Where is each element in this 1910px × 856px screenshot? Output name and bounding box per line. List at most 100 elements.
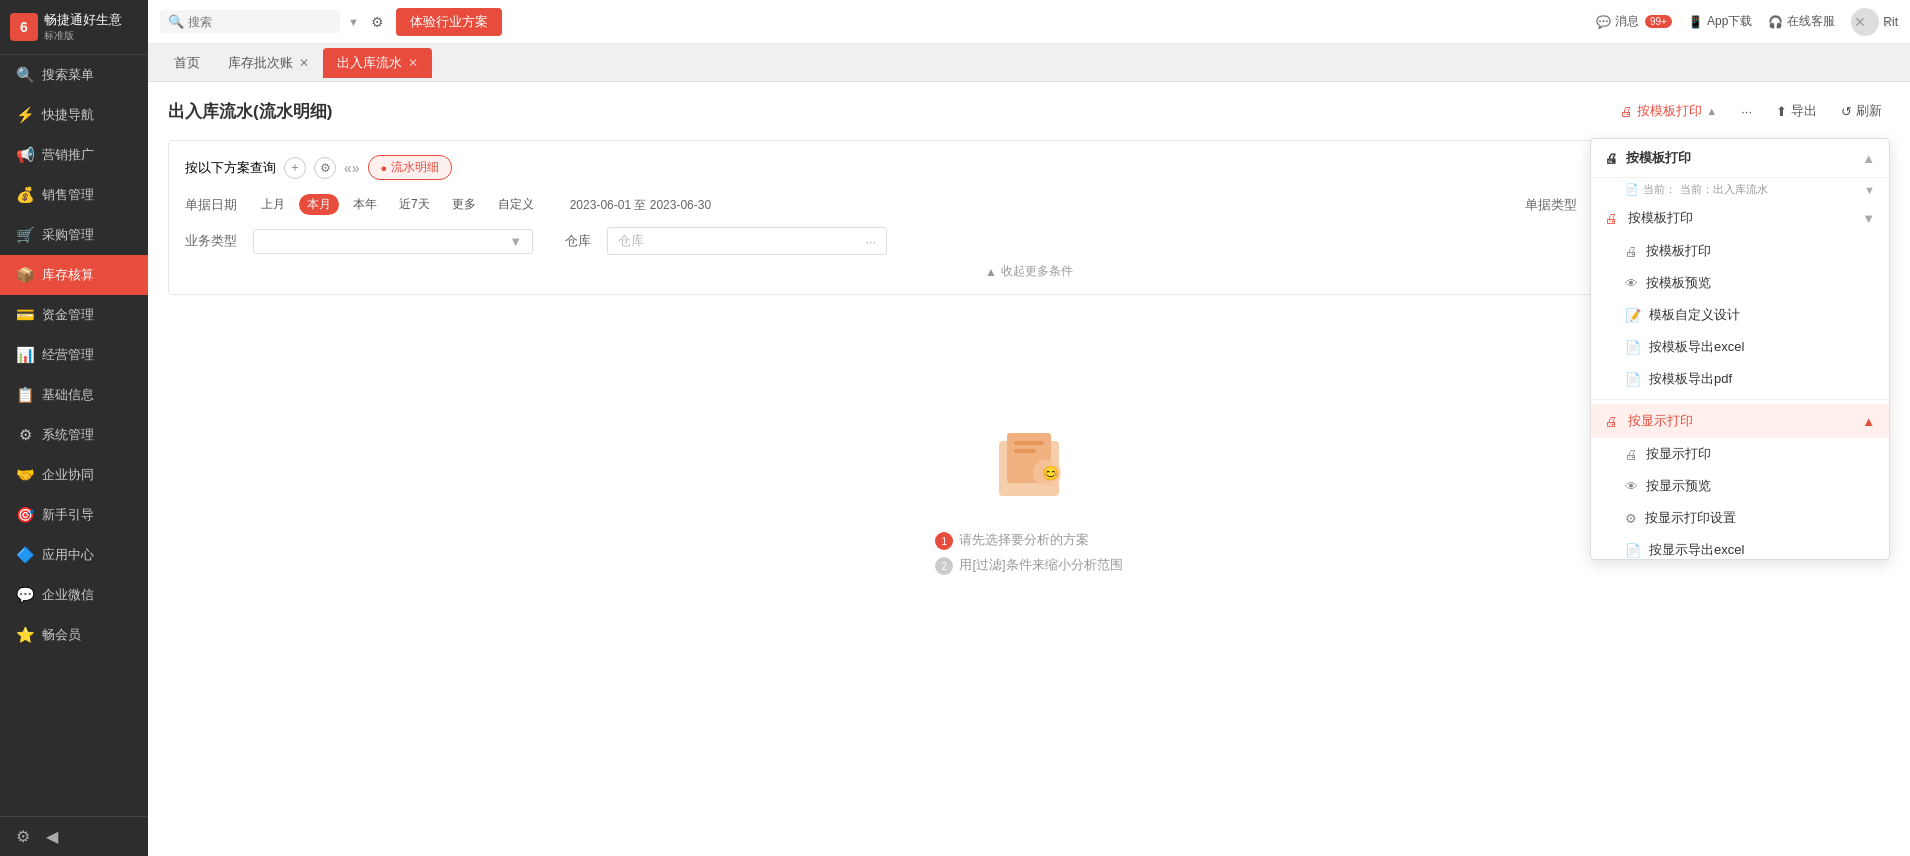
sidebar-icon-enterprise: 🤝 <box>16 466 34 484</box>
print-item-template-preview[interactable]: 👁按模板预览 <box>1591 267 1889 299</box>
filter-chip[interactable]: ● 流水明细 <box>368 155 453 180</box>
export-button[interactable]: ⬆ 导出 <box>1768 98 1825 124</box>
message-icon: 💬 <box>1596 15 1611 29</box>
sidebar-bottom: ⚙ ◀ <box>0 816 148 856</box>
topbar-search[interactable]: 🔍 <box>160 10 340 33</box>
template-items-list: 🖨按模板打印👁按模板预览📝模板自定义设计📄按模板导出excel📄按模板导出pdf <box>1591 235 1889 395</box>
print-item-display-print-settings[interactable]: ⚙按显示打印设置 <box>1591 502 1889 534</box>
sidebar-menu: 🔍搜索菜单⚡快捷导航📢营销推广💰销售管理🛒采购管理📦库存核算 💳 资金管理 📊经营管理… <box>0 55 148 816</box>
page-title: 出入库流水(流水明细) <box>168 100 332 123</box>
print-item-display-preview[interactable]: 👁按显示预览 <box>1591 470 1889 502</box>
date-btn-本月[interactable]: 本月 <box>299 194 339 215</box>
sidebar-icon-basic-info: 📋 <box>16 386 34 404</box>
sidebar-item-membership[interactable]: ⭐畅会员 <box>0 615 148 655</box>
sidebar-label-app-center: 应用中心 <box>42 546 94 564</box>
sidebar-item-quick-nav[interactable]: ⚡快捷导航 <box>0 95 148 135</box>
collapse-button[interactable]: ▲ 收起更多条件 <box>985 263 1073 280</box>
headset-icon: 🎧 <box>1768 15 1783 29</box>
sidebar-item-sales[interactable]: 💰销售管理 <box>0 175 148 215</box>
sidebar-item-purchase[interactable]: 🛒采购管理 <box>0 215 148 255</box>
sidebar-label-operations: 经营管理 <box>42 346 94 364</box>
date-btn-更多[interactable]: 更多 <box>444 194 484 215</box>
window-close-button[interactable]: ✕ <box>1846 14 1874 30</box>
sidebar-label-finance: 资金管理 <box>42 306 94 324</box>
topbar-gear-icon[interactable]: ⚙ <box>371 14 384 30</box>
doc-type-label: 单据类型 <box>1525 196 1577 214</box>
settings-icon[interactable]: ⚙ <box>16 827 30 846</box>
sidebar-logo: 6 畅捷通好生意 标准版 <box>0 0 148 55</box>
tab-close-inventory-flow[interactable]: ✕ <box>408 56 418 70</box>
print-item-template-print[interactable]: 🖨按模板打印 <box>1591 235 1889 267</box>
date-btn-上月[interactable]: 上月 <box>253 194 293 215</box>
print-dropdown-scroll: 🖨 按模板打印 ▲ 📄 当前： 当前：出入库流水 ▼ 🖨 按模板打印 ▼ <box>1591 139 1889 559</box>
window-maximize-button[interactable]: ⤢ <box>1874 14 1902 30</box>
industry-solution-button[interactable]: 体验行业方案 <box>396 8 502 36</box>
collapse-icon[interactable]: ◀ <box>46 827 58 846</box>
message-button[interactable]: 💬 消息 99+ <box>1596 13 1672 30</box>
display-section-chevron: ▲ <box>1862 414 1875 429</box>
date-filters: 上月本月本年近7天更多自定义 <box>253 194 542 215</box>
tab-inventory-flow[interactable]: 出入库流水 ✕ <box>323 48 432 78</box>
refresh-icon: ↺ <box>1841 104 1852 119</box>
sidebar: 6 畅捷通好生意 标准版 🔍搜索菜单⚡快捷导航📢营销推广💰销售管理🛒采购管理📦库… <box>0 0 148 856</box>
app-logo-text: 畅捷通好生意 标准版 <box>44 12 122 42</box>
warehouse-label: 仓库 <box>565 232 591 250</box>
sidebar-label-search-menu: 搜索菜单 <box>42 66 94 84</box>
business-type-select[interactable]: ▼ <box>253 229 533 254</box>
sidebar-item-search-menu[interactable]: 🔍搜索菜单 <box>0 55 148 95</box>
sidebar-icon-system: ⚙ <box>16 426 34 444</box>
sidebar-item-finance[interactable]: 💳 资金管理 <box>0 295 148 335</box>
tab-label-inventory-flow: 出入库流水 <box>337 54 402 72</box>
sidebar-item-basic-info[interactable]: 📋 基础信息 <box>0 375 148 415</box>
print-template-button[interactable]: 🖨 按模板打印 ▲ <box>1612 98 1725 124</box>
filter-add-button[interactable]: ＋ <box>284 157 306 179</box>
empty-step-2: 2 用[过滤]条件来缩小分析范围 <box>935 556 1122 575</box>
date-btn-近7天[interactable]: 近7天 <box>391 194 438 215</box>
collapse-up-icon: ▲ <box>985 265 997 279</box>
sidebar-item-enterprise[interactable]: 🤝企业协同 <box>0 455 148 495</box>
content-area: 出入库流水(流水明细) 🖨 按模板打印 ▲ ··· ⬆ 导出 ↺ 刷新 <box>148 82 1910 856</box>
sidebar-item-marketing[interactable]: 📢营销推广 <box>0 135 148 175</box>
ellipsis-button[interactable]: ··· <box>1733 100 1760 123</box>
sidebar-label-marketing: 营销推广 <box>42 146 94 164</box>
refresh-button[interactable]: ↺ 刷新 <box>1833 98 1890 124</box>
online-service-button[interactable]: 🎧 在线客服 <box>1768 13 1835 30</box>
sidebar-item-app-center[interactable]: 🔷应用中心 <box>0 535 148 575</box>
sidebar-item-enterprise-wx[interactable]: 💬企业微信 <box>0 575 148 615</box>
display-print-icon: 🖨 <box>1605 414 1618 429</box>
template-print-section-header[interactable]: 🖨 按模板打印 ▼ <box>1591 201 1889 235</box>
search-input[interactable] <box>188 15 308 29</box>
sidebar-item-system[interactable]: ⚙系统管理 <box>0 415 148 455</box>
filter-collapse-icon[interactable]: «» <box>344 160 360 176</box>
item-label-template-custom: 模板自定义设计 <box>1649 306 1740 324</box>
filter-setting-button[interactable]: ⚙ <box>314 157 336 179</box>
date-btn-本年[interactable]: 本年 <box>345 194 385 215</box>
sidebar-label-guide: 新手引导 <box>42 506 94 524</box>
sidebar-icon-finance: 💳 <box>16 306 34 324</box>
print-item-template-export-pdf[interactable]: 📄按模板导出pdf <box>1591 363 1889 395</box>
tab-home[interactable]: 首页 <box>160 48 214 78</box>
date-btn-自定义[interactable]: 自定义 <box>490 194 542 215</box>
sidebar-label-basic-info: 基础信息 <box>42 386 94 404</box>
print-item-display-export-excel[interactable]: 📄按显示导出excel <box>1591 534 1889 559</box>
print-item-template-export-excel[interactable]: 📄按模板导出excel <box>1591 331 1889 363</box>
app-download-button[interactable]: 📱 App下载 <box>1688 13 1752 30</box>
topbar-dropdown-arrow[interactable]: ▼ <box>348 16 359 28</box>
item-label-display-print-settings: 按显示打印设置 <box>1645 509 1736 527</box>
svg-text:😊: 😊 <box>1042 465 1060 482</box>
tab-inventory-batch[interactable]: 库存批次账✕ <box>214 48 323 78</box>
item-label-template-print: 按模板打印 <box>1646 242 1711 260</box>
print-item-display-print[interactable]: 🖨按显示打印 <box>1591 438 1889 470</box>
sidebar-item-guide[interactable]: 🎯新手引导 <box>0 495 148 535</box>
sidebar-label-membership: 畅会员 <box>42 626 81 644</box>
display-print-section-header[interactable]: 🖨 按显示打印 ▲ <box>1591 404 1889 438</box>
empty-state-icon: 😊 <box>979 411 1079 511</box>
sidebar-icon-inventory: 📦 <box>16 266 34 284</box>
warehouse-select[interactable]: 仓库 ··· <box>607 227 887 255</box>
sidebar-item-inventory[interactable]: 📦库存核算 <box>0 255 148 295</box>
print-dropdown-panel: 🖨 按模板打印 ▲ 📄 当前： 当前：出入库流水 ▼ 🖨 按模板打印 ▼ <box>1590 138 1890 560</box>
print-item-template-custom[interactable]: 📝模板自定义设计 <box>1591 299 1889 331</box>
filter-section-label: 按以下方案查询 <box>185 159 276 177</box>
sidebar-item-operations[interactable]: 📊经营管理 <box>0 335 148 375</box>
tab-close-inventory-batch[interactable]: ✕ <box>299 56 309 70</box>
